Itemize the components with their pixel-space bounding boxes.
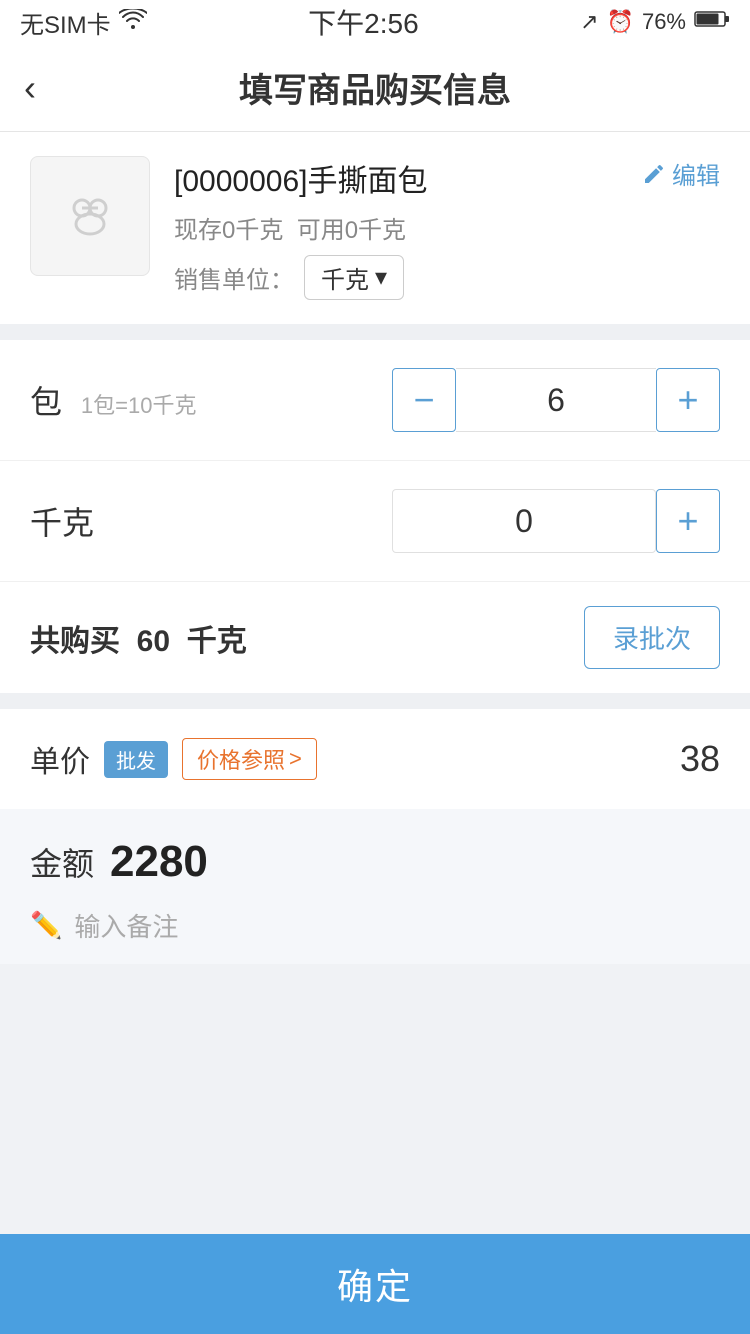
- kilogram-increment-button[interactable]: +: [656, 489, 720, 553]
- kilogram-label: 千克: [30, 498, 392, 544]
- total-quantity: 60: [137, 625, 170, 658]
- package-hint: 1包=10千克: [81, 393, 197, 418]
- nav-bar: ‹ 填写商品购买信息: [0, 44, 750, 132]
- product-thumbnail: [30, 156, 150, 276]
- package-input-section: 包 1包=10千克 − + 千克 +: [0, 340, 750, 582]
- amount-value: 2280: [110, 837, 208, 887]
- unit-select[interactable]: 千克 ▾: [304, 255, 404, 300]
- amount-section: 金额 2280 ✏️ 输入备注: [0, 809, 750, 964]
- status-left: 无SIM卡: [20, 5, 147, 40]
- status-right: ↗ ⏰ 76%: [580, 9, 730, 35]
- note-placeholder: 输入备注: [74, 907, 178, 944]
- chevron-right-icon: >: [289, 746, 302, 772]
- package-qty-input[interactable]: [456, 368, 656, 432]
- alarm-icon: ⏰: [607, 9, 634, 35]
- price-value: 38: [680, 738, 720, 780]
- batch-record-button[interactable]: 录批次: [584, 606, 720, 669]
- product-unit-row: 销售单位： 千克 ▾: [174, 255, 720, 300]
- kilogram-qty-input[interactable]: [392, 489, 656, 553]
- battery-text: 76%: [642, 9, 686, 35]
- status-time: 下午2:56: [308, 2, 419, 42]
- confirm-label: 确定: [337, 1258, 413, 1310]
- product-card: [0000006]手撕面包 现存0千克 可用0千克 销售单位： 千克 ▾ 编辑: [0, 132, 750, 324]
- package-label: 包 1包=10千克: [30, 377, 392, 423]
- total-text: 共购买 60 千克: [30, 616, 247, 660]
- package-qty-control: − +: [392, 368, 720, 432]
- total-row: 共购买 60 千克 录批次: [0, 582, 750, 693]
- amount-row: 金额 2280: [30, 837, 720, 887]
- product-name: [0000006]手撕面包: [174, 156, 720, 200]
- product-stock: 现存0千克 可用0千克: [174, 210, 720, 245]
- separator-2: [0, 693, 750, 709]
- package-decrement-button[interactable]: −: [392, 368, 456, 432]
- batch-tag: 批发: [104, 741, 168, 778]
- page-title: 填写商品购买信息: [239, 63, 511, 112]
- package-increment-button[interactable]: +: [656, 368, 720, 432]
- package-row: 包 1包=10千克 − +: [0, 340, 750, 461]
- confirm-button[interactable]: 确定: [0, 1234, 750, 1334]
- amount-label: 金额: [30, 839, 94, 885]
- price-label-area: 单价 批发 价格参照 >: [30, 737, 317, 781]
- kilogram-row: 千克 +: [0, 461, 750, 582]
- carrier-text: 无SIM卡: [20, 5, 111, 40]
- location-icon: ↗: [580, 9, 598, 35]
- kilogram-qty-control: +: [392, 489, 720, 553]
- price-ref-button[interactable]: 价格参照 >: [182, 738, 317, 780]
- wifi-icon: [119, 8, 147, 36]
- product-info: [0000006]手撕面包 现存0千克 可用0千克 销售单位： 千克 ▾: [174, 156, 720, 300]
- battery-icon: [694, 9, 730, 35]
- price-label: 单价: [30, 737, 90, 781]
- chevron-down-icon: ▾: [375, 263, 387, 292]
- edit-button[interactable]: 编辑: [642, 156, 720, 191]
- status-bar: 无SIM卡 下午2:56 ↗ ⏰ 76%: [0, 0, 750, 44]
- note-row[interactable]: ✏️ 输入备注: [30, 907, 720, 964]
- separator-1: [0, 324, 750, 340]
- back-button[interactable]: ‹: [24, 67, 36, 109]
- pencil-icon: ✏️: [30, 910, 62, 941]
- price-section: 单价 批发 价格参照 > 38: [0, 709, 750, 809]
